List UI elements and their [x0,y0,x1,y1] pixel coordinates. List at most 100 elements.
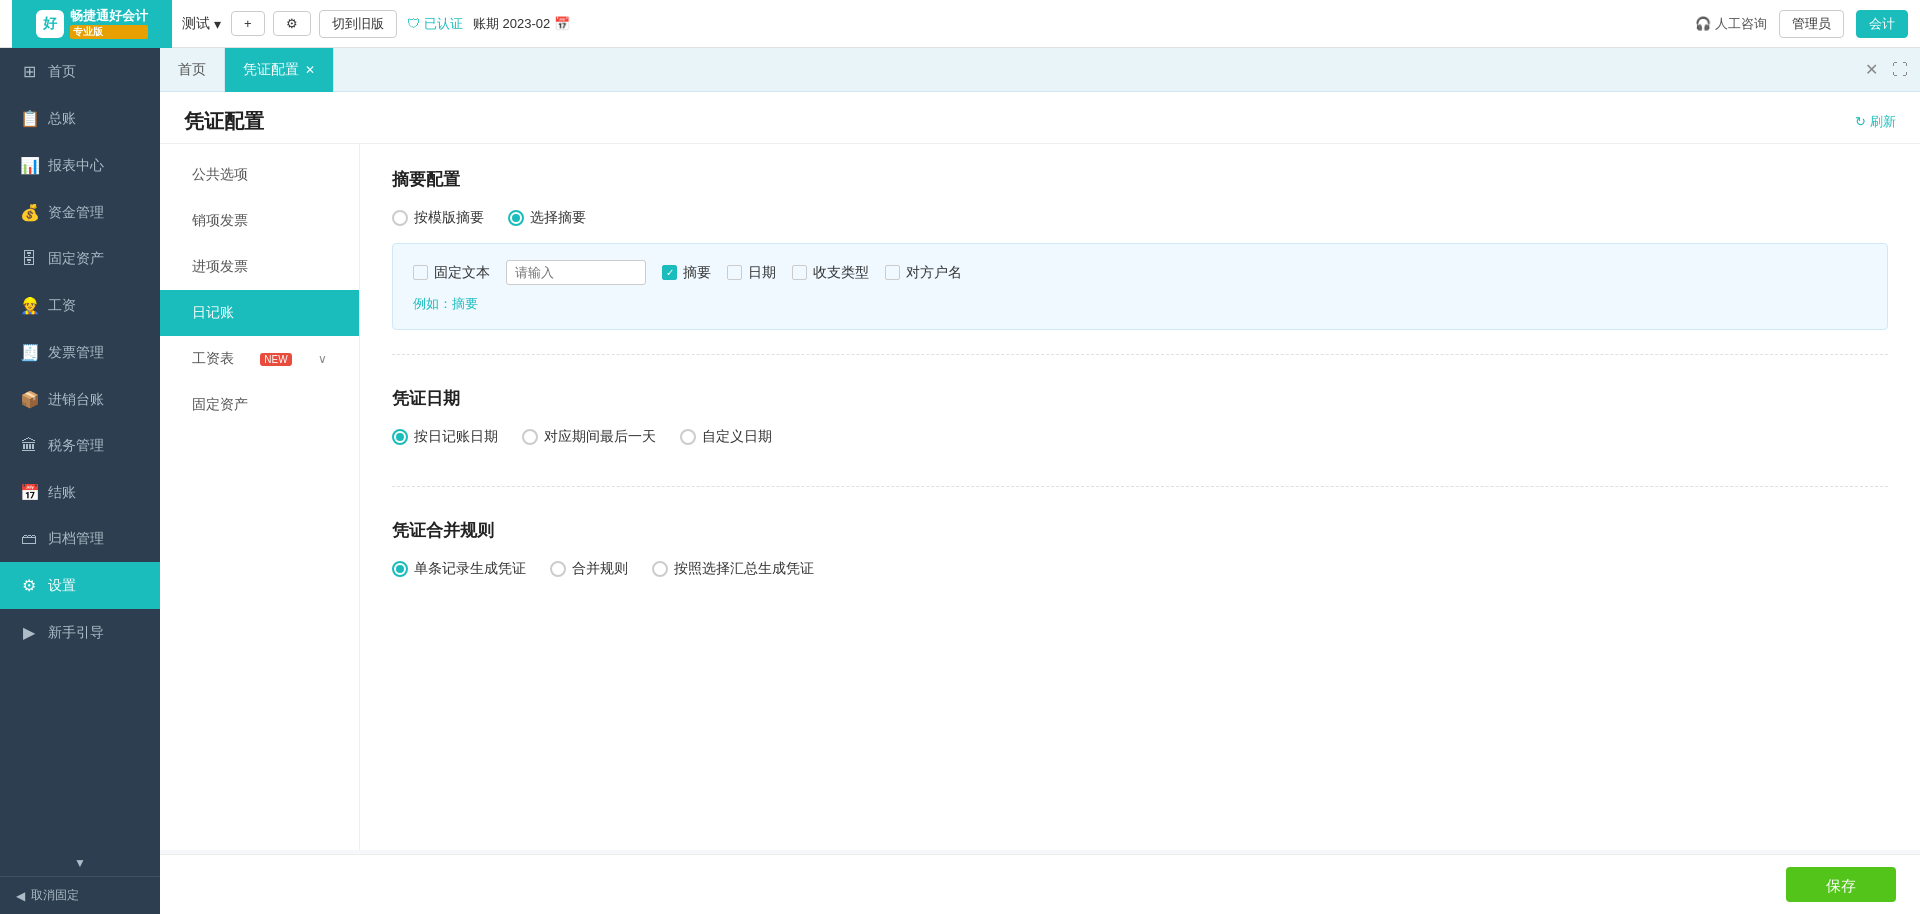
single-record-option[interactable]: 单条记录生成凭证 [392,560,526,578]
tab-expand-icon[interactable]: ⛶ [1888,57,1912,83]
custom-date-radio[interactable] [680,429,696,445]
sidebar-item-guide[interactable]: ▶ 新手引导 [0,609,160,656]
journal-date-radio[interactable] [392,429,408,445]
nav-payroll-table[interactable]: 工资表 NEW ∨ [160,336,359,382]
guide-icon: ▶ [20,623,38,642]
fixed-text-option[interactable]: 固定文本 [413,264,490,282]
consult-label: 人工咨询 [1715,15,1767,33]
template-summary-label: 按模版摘要 [414,209,484,227]
cancel-fixed-button[interactable]: ◀ 取消固定 [0,876,160,914]
nav-purchase-invoice[interactable]: 进项发票 [160,244,359,290]
sidebar-item-archive[interactable]: 🗃 归档管理 [0,516,160,562]
chevron-down-icon: ∨ [318,352,327,366]
date-option[interactable]: 日期 [727,264,776,282]
period-last-day-option[interactable]: 对应期间最后一天 [522,428,656,446]
shield-icon: 🛡 [407,16,420,31]
sidebar-item-sales-purchase[interactable]: 📦 进销台账 [0,376,160,423]
summary-checkbox[interactable]: ✓ [662,265,677,280]
summary-generate-radio[interactable] [652,561,668,577]
period-label: 账期 [473,15,499,33]
select-summary-option[interactable]: 选择摘要 [508,209,586,227]
tab-close-icon[interactable]: ✕ [305,63,315,77]
topbar-actions: + ⚙ 切到旧版 [231,10,397,38]
add-button[interactable]: + [231,11,265,36]
counterpart-checkbox[interactable] [885,265,900,280]
fixed-text-input[interactable] [506,260,646,285]
refresh-button[interactable]: ↻ 刷新 [1855,113,1896,131]
sidebar-item-invoice[interactable]: 🧾 发票管理 [0,329,160,376]
sidebar-label-invoice: 发票管理 [48,344,104,362]
date-section: 凭证日期 按日记账日期 对应期间最后一天 [392,387,1888,487]
invoice-icon: 🧾 [20,343,38,362]
merge-rules-label: 合并规则 [572,560,628,578]
sidebar-scroll: ⊞ 首页 📋 总账 📊 报表中心 💰 资金管理 🗄 固定资产 👷 工资 [0,48,160,850]
nav-public[interactable]: 公共选项 [160,152,359,198]
summary-section-title: 摘要配置 [392,168,1888,191]
settings-button[interactable]: ⚙ [273,11,311,36]
tax-icon: 🏛 [20,437,38,455]
project-selector[interactable]: 测试 ▾ [182,15,221,33]
date-checkbox[interactable] [727,265,742,280]
sales-purchase-icon: 📦 [20,390,38,409]
cash-icon: 💰 [20,203,38,222]
tab-home[interactable]: 首页 [160,48,225,92]
nav-sales-invoice[interactable]: 销项发票 [160,198,359,244]
sidebar-item-cash[interactable]: 💰 资金管理 [0,189,160,236]
reports-icon: 📊 [20,156,38,175]
journal-date-option[interactable]: 按日记账日期 [392,428,498,446]
main-layout: ⊞ 首页 📋 总账 📊 报表中心 💰 资金管理 🗄 固定资产 👷 工资 [0,48,1920,914]
sidebar-item-reports[interactable]: 📊 报表中心 [0,142,160,189]
manager-button[interactable]: 管理员 [1779,10,1844,38]
counterpart-option[interactable]: 对方户名 [885,264,962,282]
sidebar-item-settings[interactable]: ⚙ 设置 [0,562,160,609]
merge-section-title: 凭证合并规则 [392,519,1888,542]
income-type-option[interactable]: 收支类型 [792,264,869,282]
config-nav: 公共选项 销项发票 进项发票 日记账 工资表 NEW [160,144,360,850]
fixed-text-checkbox[interactable] [413,265,428,280]
nav-journal[interactable]: 日记账 [160,290,359,336]
sidebar-label-sales-purchase: 进销台账 [48,391,104,409]
save-button[interactable]: 保存 [1786,867,1896,902]
template-summary-radio[interactable] [392,210,408,226]
sidebar-item-close[interactable]: 📅 结账 [0,469,160,516]
cancel-fixed-label: 取消固定 [31,887,79,904]
project-name: 测试 [182,15,210,33]
consult-button[interactable]: 🎧 人工咨询 [1695,15,1767,33]
sidebar-item-tax[interactable]: 🏛 税务管理 [0,423,160,469]
tab-voucher-config[interactable]: 凭证配置 ✕ [225,48,334,92]
sidebar-label-home: 首页 [48,63,76,81]
custom-date-option[interactable]: 自定义日期 [680,428,772,446]
tab-close-window-icon[interactable]: ✕ [1861,56,1882,83]
accountant-button[interactable]: 会计 [1856,10,1908,38]
summary-generate-option[interactable]: 按照选择汇总生成凭证 [652,560,814,578]
nav-fixed-assets[interactable]: 固定资产 [160,382,359,428]
merge-rules-option[interactable]: 合并规则 [550,560,628,578]
sidebar-scroll-down[interactable]: ▼ [0,850,160,876]
period-last-day-radio[interactable] [522,429,538,445]
logo-sub: 专业版 [70,25,148,39]
sidebar-item-assets[interactable]: 🗄 固定资产 [0,236,160,282]
summary-generate-label: 按照选择汇总生成凭证 [674,560,814,578]
merge-rules-radio[interactable] [550,561,566,577]
refresh-icon: ↻ [1855,114,1866,129]
summary-section: 摘要配置 按模版摘要 选择摘要 [392,168,1888,355]
journal-date-label: 按日记账日期 [414,428,498,446]
single-record-radio[interactable] [392,561,408,577]
income-type-checkbox[interactable] [792,265,807,280]
logo-icon: 好 [36,10,64,38]
template-summary-option[interactable]: 按模版摘要 [392,209,484,227]
switch-version-button[interactable]: 切到旧版 [319,10,397,38]
sidebar-item-ledger[interactable]: 📋 总账 [0,95,160,142]
sidebar-item-payroll[interactable]: 👷 工资 [0,282,160,329]
calendar-icon[interactable]: 📅 [554,16,570,31]
payroll-icon: 👷 [20,296,38,315]
date-section-title: 凭证日期 [392,387,1888,410]
assets-icon: 🗄 [20,250,38,268]
summary-option[interactable]: ✓ 摘要 [662,264,711,282]
close-period-icon: 📅 [20,483,38,502]
pin-icon: ◀ [16,889,25,903]
sidebar-item-home[interactable]: ⊞ 首页 [0,48,160,95]
select-summary-label: 选择摘要 [530,209,586,227]
select-summary-radio[interactable] [508,210,524,226]
tab-home-label: 首页 [178,61,206,79]
